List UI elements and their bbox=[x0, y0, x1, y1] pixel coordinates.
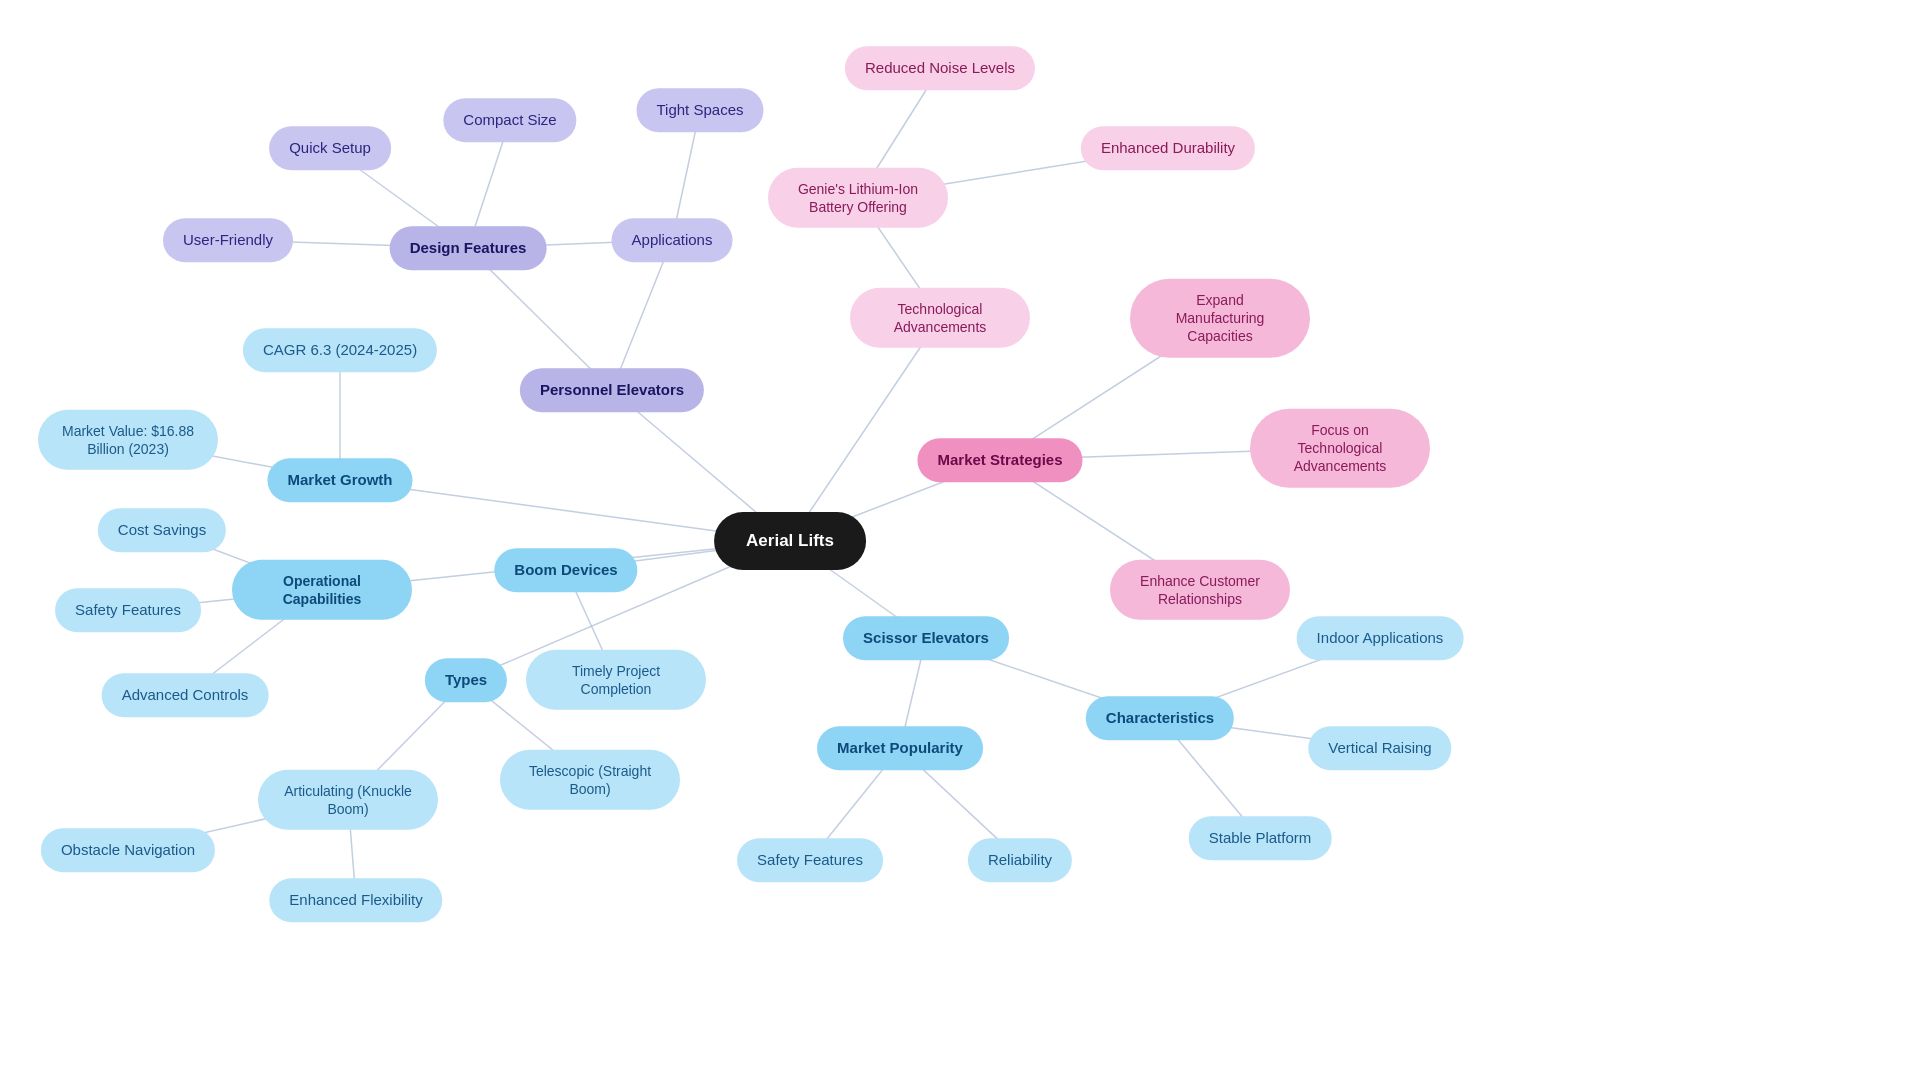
compact-size: Compact Size bbox=[443, 98, 576, 142]
applications: Applications bbox=[612, 218, 733, 262]
advanced-controls: Advanced Controls bbox=[102, 673, 269, 717]
reliability: Reliability bbox=[968, 838, 1072, 882]
safety-features-left: Safety Features bbox=[55, 588, 201, 632]
personnel-elevators: Personnel Elevators bbox=[520, 368, 704, 412]
enhanced-durability: Enhanced Durability bbox=[1081, 126, 1255, 170]
obstacle-navigation: Obstacle Navigation bbox=[41, 828, 215, 872]
user-friendly: User-Friendly bbox=[163, 218, 293, 262]
market-growth: Market Growth bbox=[267, 458, 412, 502]
focus-technological: Focus on Technological Advancements bbox=[1250, 409, 1430, 488]
cost-savings: Cost Savings bbox=[98, 508, 226, 552]
operational-capabilities: Operational Capabilities bbox=[232, 560, 412, 620]
types: Types bbox=[425, 658, 507, 702]
tight-spaces: Tight Spaces bbox=[637, 88, 764, 132]
svg-line-22 bbox=[790, 318, 940, 541]
center-node: Aerial Lifts bbox=[714, 512, 866, 570]
safety-features-right: Safety Features bbox=[737, 838, 883, 882]
market-value: Market Value: $16.88 Billion (2023) bbox=[38, 410, 218, 470]
enhanced-flexibility: Enhanced Flexibility bbox=[269, 878, 442, 922]
enhance-customer: Enhance Customer Relationships bbox=[1110, 560, 1290, 620]
market-popularity: Market Popularity bbox=[817, 726, 983, 770]
boom-devices: Boom Devices bbox=[494, 548, 637, 592]
timely-project: Timely Project Completion bbox=[526, 650, 706, 710]
expand-manufacturing: Expand Manufacturing Capacities bbox=[1130, 279, 1310, 358]
indoor-applications: Indoor Applications bbox=[1297, 616, 1464, 660]
mindmap: Aerial Lifts Personnel Elevators Design Fe… bbox=[0, 0, 1920, 1083]
cagr: CAGR 6.3 (2024-2025) bbox=[243, 328, 437, 372]
scissor-elevators: Scissor Elevators bbox=[843, 616, 1009, 660]
genies-battery: Genie's Lithium-Ion Battery Offering bbox=[768, 168, 948, 228]
quick-setup: Quick Setup bbox=[269, 126, 391, 170]
telescopic: Telescopic (Straight Boom) bbox=[500, 750, 680, 810]
reduced-noise: Reduced Noise Levels bbox=[845, 46, 1035, 90]
articulating: Articulating (Knuckle Boom) bbox=[258, 770, 438, 830]
characteristics: Characteristics bbox=[1086, 696, 1234, 740]
design-features: Design Features bbox=[390, 226, 547, 270]
market-strategies: Market Strategies bbox=[917, 438, 1082, 482]
vertical-raising: Vertical Raising bbox=[1308, 726, 1451, 770]
technological-advancements: Technological Advancements bbox=[850, 288, 1030, 348]
stable-platform: Stable Platform bbox=[1189, 816, 1332, 860]
